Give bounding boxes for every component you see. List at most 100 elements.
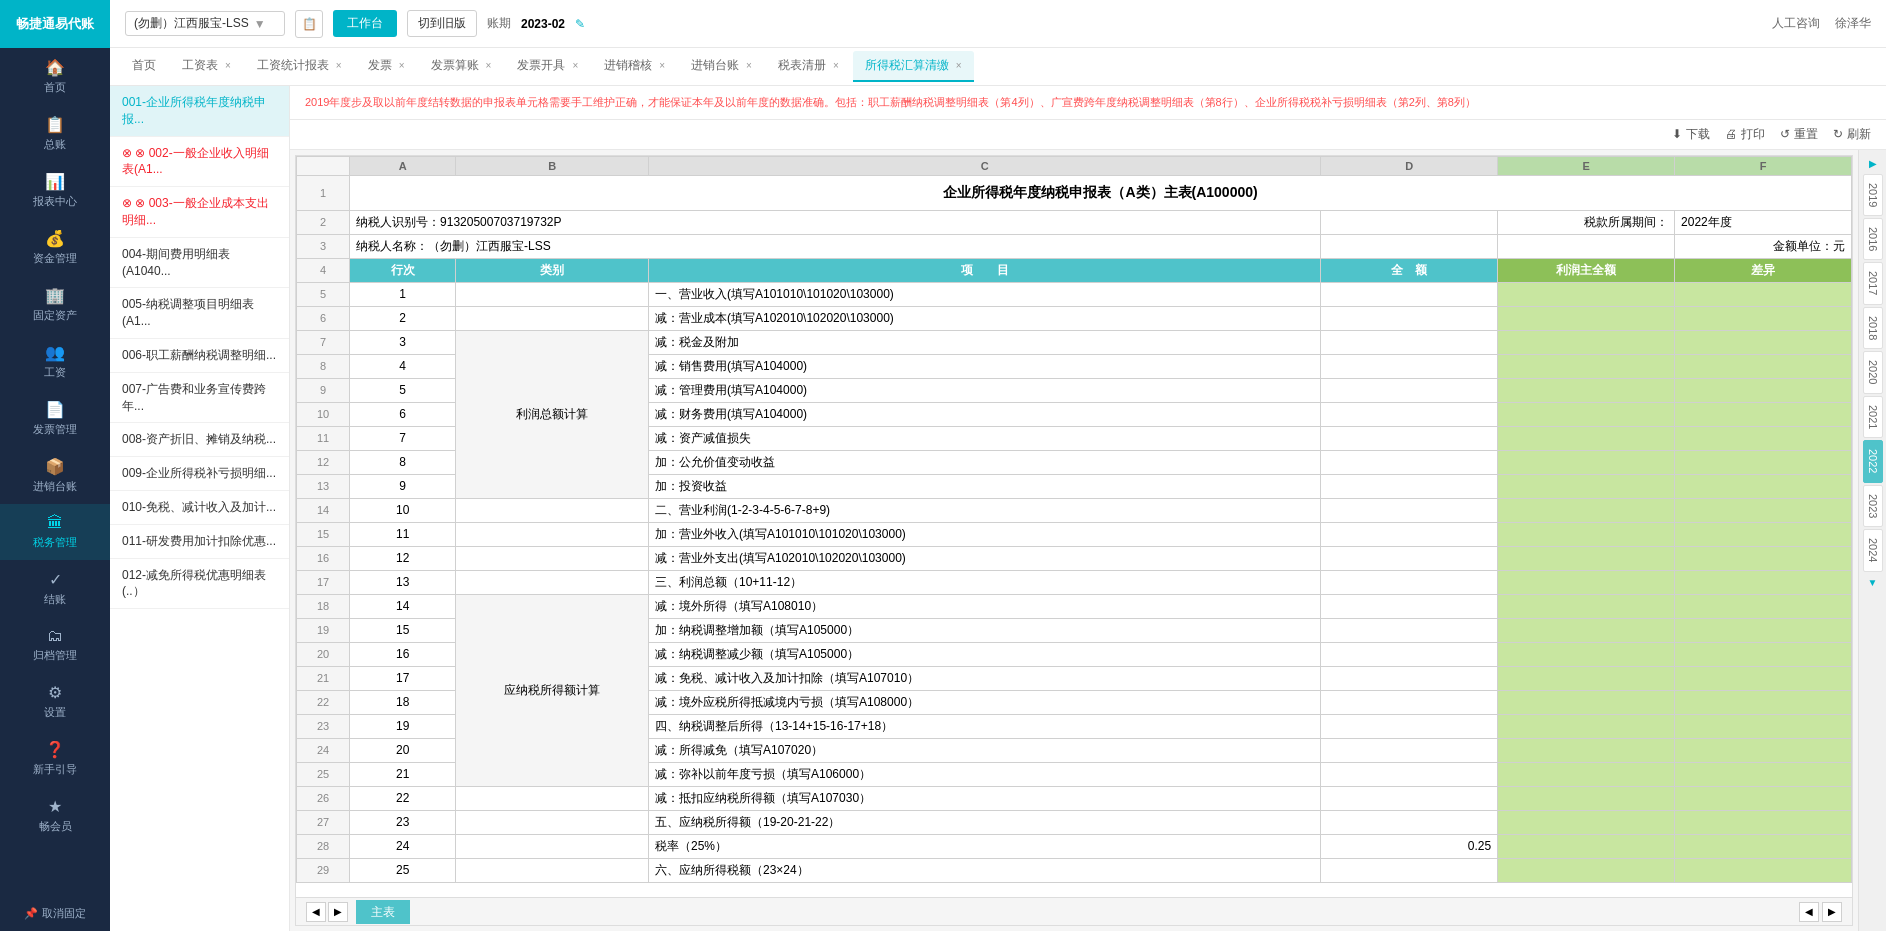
tab-close-icon[interactable]: ×	[336, 60, 342, 71]
year-item-2022[interactable]: 2022	[1863, 440, 1883, 482]
period-switch-button[interactable]: 切到旧版	[407, 10, 477, 37]
left-panel-item-010[interactable]: 010-免税、减计收入及加计...	[110, 491, 289, 525]
refresh-button[interactable]: ↻ 刷新	[1833, 126, 1871, 143]
year-panel: ▶ 201920162017 20182020 20212022 20232024 ▼	[1858, 150, 1886, 932]
nav-left-arrow[interactable]: ◀	[306, 902, 326, 922]
tab-close-icon[interactable]: ×	[399, 60, 405, 71]
tab-工资统计报表[interactable]: 工资统计报表×	[245, 51, 354, 82]
tab-bar: 首页工资表×工资统计报表×发票×发票算账×发票开具×进销稽核×进销台账×税表清册…	[110, 48, 1886, 86]
year-item-2017[interactable]: 2017	[1863, 262, 1883, 304]
year-item-2023[interactable]: 2023	[1863, 485, 1883, 527]
doc-icon[interactable]: 📋	[295, 10, 323, 38]
year-item-2020[interactable]: 2020	[1863, 351, 1883, 393]
tab-进销稽核[interactable]: 进销稽核×	[592, 51, 677, 82]
tab-close-icon[interactable]: ×	[833, 60, 839, 71]
sidebar-item-发票管理[interactable]: 📄发票管理	[0, 390, 110, 447]
username[interactable]: 徐泽华	[1835, 15, 1871, 32]
left-panel-item-002[interactable]: ⊗ 002-一般企业收入明细表(A1...	[110, 137, 289, 188]
sidebar-unpin[interactable]: 📌 取消固定	[0, 896, 110, 931]
table-row: 1410二、营业利润(1-2-3-4-5-6-7-8+9)	[297, 498, 1852, 522]
sidebar-item-畅会员[interactable]: ★畅会员	[0, 787, 110, 844]
company-name: (勿删）江西服宝-LSS	[134, 15, 249, 32]
tab-进销台账[interactable]: 进销台账×	[679, 51, 764, 82]
app-logo: 畅捷通易代账	[0, 0, 110, 48]
left-panel-item-004[interactable]: 004-期间费用明细表(A1040...	[110, 238, 289, 289]
scroll-left-btn[interactable]: ◀	[1799, 902, 1819, 922]
download-button[interactable]: ⬇ 下载	[1672, 126, 1710, 143]
sidebar-item-固定资产[interactable]: 🏢固定资产	[0, 276, 110, 333]
left-panel-item-001[interactable]: 001-企业所得税年度纳税申报...	[110, 86, 289, 137]
sidebar-item-进销台账[interactable]: 📦进销台账	[0, 447, 110, 504]
year-item-2024[interactable]: 2024	[1863, 529, 1883, 571]
left-panel-item-003[interactable]: ⊗ 003-一般企业成本支出明细...	[110, 187, 289, 238]
table-row: 1814应纳税所得额计算减：境外所得（填写A108010）	[297, 594, 1852, 618]
tab-税表清册[interactable]: 税表清册×	[766, 51, 851, 82]
left-panel: 001-企业所得税年度纳税申报...⊗ 002-一般企业收入明细表(A1...⊗…	[110, 86, 290, 931]
company-dropdown-arrow: ▼	[254, 17, 266, 31]
tab-close-icon[interactable]: ×	[746, 60, 752, 71]
sidebar-item-归档管理[interactable]: 🗂归档管理	[0, 617, 110, 673]
sidebar-item-结账[interactable]: ✓结账	[0, 560, 110, 617]
tab-close-icon[interactable]: ×	[956, 60, 962, 71]
col-header-3: 全 额	[1321, 258, 1498, 282]
sidebar-item-报表中心[interactable]: 📊报表中心	[0, 162, 110, 219]
table-row: 2622减：抵扣应纳税所得额（填写A107030）	[297, 786, 1852, 810]
left-panel-item-012[interactable]: 012-减免所得税优惠明细表(..）	[110, 559, 289, 610]
bottom-tab-bar: ◀ ▶ 主表 ◀ ▶	[296, 897, 1852, 925]
tab-发票算账[interactable]: 发票算账×	[419, 51, 504, 82]
col-header-A: A	[350, 156, 456, 175]
period-edit-icon[interactable]: ✎	[575, 17, 585, 31]
spreadsheet-container[interactable]: ABCDEF1企业所得税年度纳税申报表（A类）主表(A100000)2纳税人识别…	[296, 156, 1852, 898]
col-header-5: 差异	[1675, 258, 1852, 282]
spreadsheet-wrapper: ABCDEF1企业所得税年度纳税申报表（A类）主表(A100000)2纳税人识别…	[295, 155, 1853, 927]
sidebar-item-总账[interactable]: 📋总账	[0, 105, 110, 162]
tab-首页[interactable]: 首页	[120, 51, 168, 82]
table-row: 2824税率（25%）0.25	[297, 834, 1852, 858]
download-icon: ⬇	[1672, 127, 1682, 141]
refresh-icon: ↻	[1833, 127, 1843, 141]
year-item-2018[interactable]: 2018	[1863, 307, 1883, 349]
table-row: 2723五、应纳税所得额（19-20-21-22）	[297, 810, 1852, 834]
print-button[interactable]: 🖨 打印	[1725, 126, 1765, 143]
sidebar-item-首页[interactable]: 🏠首页	[0, 48, 110, 105]
year-item-2019[interactable]: 2019	[1863, 174, 1883, 216]
period-label: 账期	[487, 15, 511, 32]
workspace-button[interactable]: 工作台	[333, 10, 397, 37]
tab-发票开具[interactable]: 发票开具×	[505, 51, 590, 82]
sidebar-item-税务管理[interactable]: 🏛税务管理	[0, 504, 110, 560]
sidebar-item-设置[interactable]: ⚙设置	[0, 673, 110, 730]
company-selector[interactable]: (勿删）江西服宝-LSS ▼	[125, 11, 285, 36]
year-panel-expand-bottom[interactable]: ▼	[1865, 574, 1881, 591]
year-item-2021[interactable]: 2021	[1863, 396, 1883, 438]
tab-close-icon[interactable]: ×	[225, 60, 231, 71]
user-service[interactable]: 人工咨询	[1772, 15, 1820, 32]
left-panel-item-005[interactable]: 005-纳税调整项目明细表(A1...	[110, 288, 289, 339]
sheet-nav-arrows: ◀ ▶	[306, 902, 348, 922]
tab-工资表[interactable]: 工资表×	[170, 51, 243, 82]
reset-button[interactable]: ↺ 重置	[1780, 126, 1818, 143]
sheet-tab-main[interactable]: 主表	[356, 900, 410, 924]
year-panel-expand-top[interactable]: ▶	[1866, 155, 1880, 172]
nav-right-arrow[interactable]: ▶	[328, 902, 348, 922]
sidebar-item-资金管理[interactable]: 💰资金管理	[0, 219, 110, 276]
sidebar-item-工资[interactable]: 👥工资	[0, 333, 110, 390]
tab-close-icon[interactable]: ×	[659, 60, 665, 71]
year-item-2016[interactable]: 2016	[1863, 218, 1883, 260]
tab-所得税汇算清缴[interactable]: 所得税汇算清缴×	[853, 51, 974, 82]
sidebar-item-新手引导[interactable]: ❓新手引导	[0, 730, 110, 787]
left-panel-item-007[interactable]: 007-广告费和业务宣传费跨年...	[110, 373, 289, 424]
tab-发票[interactable]: 发票×	[356, 51, 417, 82]
table-row: 73利润总额计算减：税金及附加	[297, 330, 1852, 354]
tab-close-icon[interactable]: ×	[486, 60, 492, 71]
left-panel-item-009[interactable]: 009-企业所得税补亏损明细...	[110, 457, 289, 491]
tab-close-icon[interactable]: ×	[572, 60, 578, 71]
table-row: 1企业所得税年度纳税申报表（A类）主表(A100000)	[297, 175, 1852, 210]
table-row: 2925六、应纳所得税额（23×24）	[297, 858, 1852, 882]
warning-text: 2019年度步及取以前年度结转数据的申报表单元格需要手工维护正确，才能保证本年及…	[305, 96, 1476, 108]
left-panel-item-011[interactable]: 011-研发费用加计扣除优惠...	[110, 525, 289, 559]
left-panel-item-008[interactable]: 008-资产折旧、摊销及纳税...	[110, 423, 289, 457]
left-panel-item-006[interactable]: 006-职工薪酬纳税调整明细...	[110, 339, 289, 373]
sidebar: 畅捷通易代账 🏠首页📋总账📊报表中心💰资金管理🏢固定资产👥工资📄发票管理📦进销台…	[0, 0, 110, 931]
right-content: 2019年度步及取以前年度结转数据的申报表单元格需要手工维护正确，才能保证本年及…	[290, 86, 1886, 931]
scroll-right-btn[interactable]: ▶	[1822, 902, 1842, 922]
